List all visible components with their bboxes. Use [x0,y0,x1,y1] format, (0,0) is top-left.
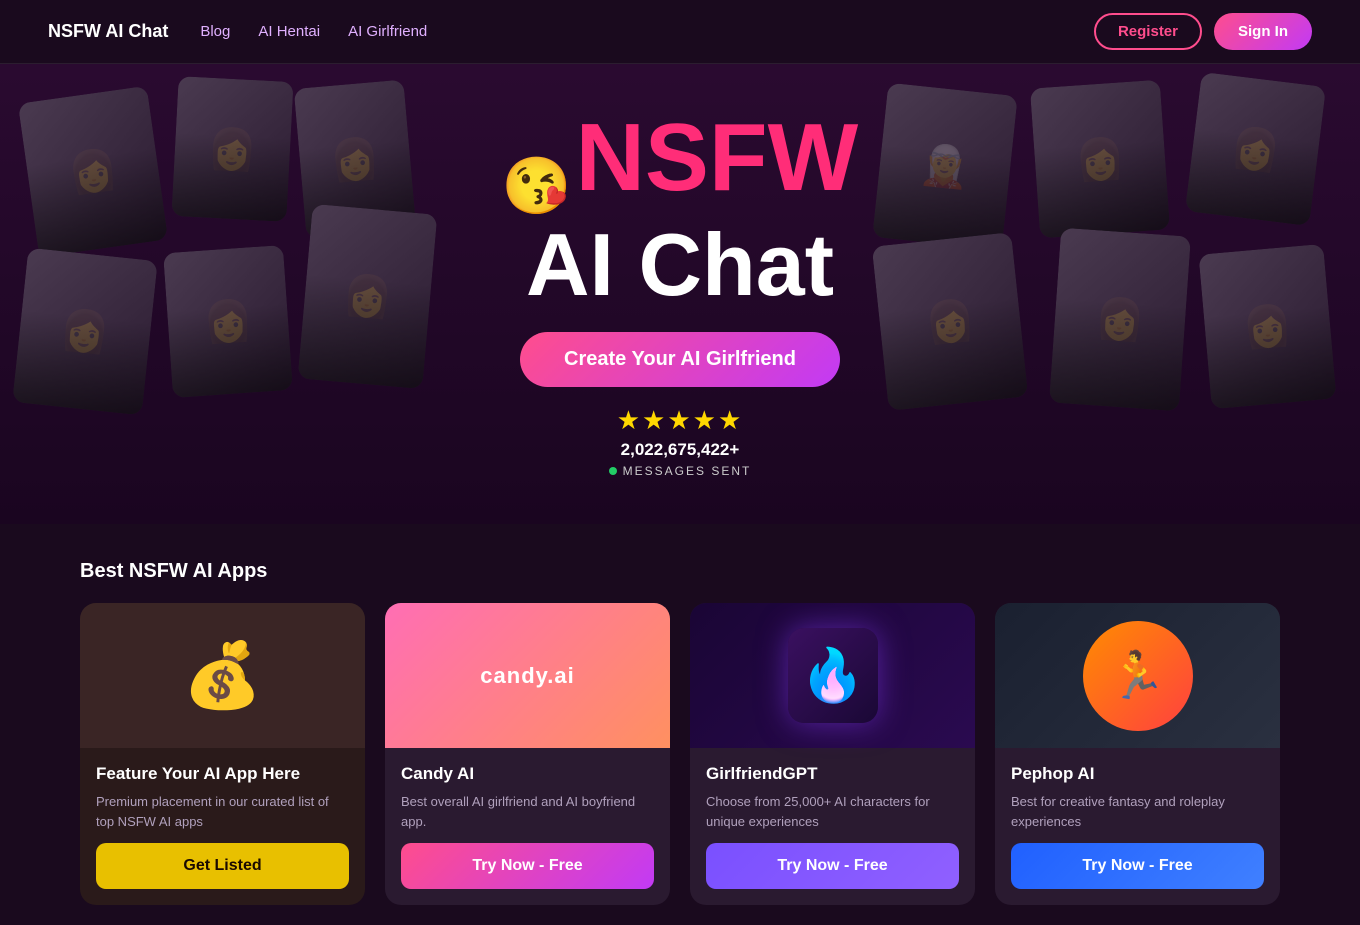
online-indicator [609,467,617,475]
navbar: NSFW AI Chat Blog AI Hentai AI Girlfrien… [0,0,1360,64]
hero-image-4: 👩 [12,248,157,416]
card-pephop-body: Pephop AI Best for creative fantasy and … [995,748,1280,905]
hero-image-10: 👩 [872,232,1028,411]
card-pephop-thumb: 🏃 [995,603,1280,748]
hero-stars: ★★★★★ [502,405,858,436]
hero-nsfw-text: NSFW [576,110,859,206]
card-gpt-name: GirlfriendGPT [706,764,959,784]
site-logo: NSFW AI Chat [48,21,168,42]
card-pephop-button[interactable]: Try Now - Free [1011,843,1264,889]
hero-message-count: 2,022,675,422+ [502,440,858,460]
hero-image-12: 👩 [1198,244,1336,409]
hero-content: 😘NSFW AI Chat Create Your AI Girlfriend … [502,110,858,477]
cards-grid: 💰 Feature Your AI App Here Premium place… [80,603,1280,905]
card-gpt-desc: Choose from 25,000+ AI characters for un… [706,792,959,831]
card-gpt-button[interactable]: Try Now - Free [706,843,959,889]
card-pephop: 🏃 Pephop AI Best for creative fantasy an… [995,603,1280,905]
hero-image-2: 👩 [171,76,293,222]
hero-aichat-text: AI Chat [502,219,858,311]
hero-image-8: 👩 [1030,80,1170,239]
card-girlfriendgpt: 🔥 GirlfriendGPT Choose from 25,000+ AI c… [690,603,975,905]
hero-image-9: 👩 [1185,72,1326,226]
card-candy-button[interactable]: Try Now - Free [401,843,654,889]
pephop-person-icon: 🏃 [1109,648,1166,703]
flame-icon: 🔥 [800,645,865,706]
gpt-icon-container: 🔥 [788,628,878,723]
card-feature: 💰 Feature Your AI App Here Premium place… [80,603,365,905]
hero-cta-button[interactable]: Create Your AI Girlfriend [520,332,840,387]
apps-section: Best NSFW AI Apps 💰 Feature Your AI App … [0,524,1360,925]
card-pephop-name: Pephop AI [1011,764,1264,784]
hero-emoji: 😘 [502,154,572,217]
card-pephop-desc: Best for creative fantasy and roleplay e… [1011,792,1264,831]
hero-messages-label: MESSAGES SENT [502,464,858,478]
nav-links: Blog AI Hentai AI Girlfriend [200,23,427,40]
register-button[interactable]: Register [1094,13,1202,50]
hero-title-line1: 😘NSFW [502,110,858,219]
hero-image-11: 👩 [1049,228,1191,412]
hero-image-7: 🧝 [872,83,1017,251]
card-feature-name: Feature Your AI App Here [96,764,349,784]
hero-image-1: 👩 [18,86,168,258]
nav-link-hentai[interactable]: AI Hentai [258,23,320,40]
nav-link-blog[interactable]: Blog [200,23,230,40]
card-gpt-body: GirlfriendGPT Choose from 25,000+ AI cha… [690,748,975,905]
card-candy-desc: Best overall AI girlfriend and AI boyfri… [401,792,654,831]
nav-right: Register Sign In [1094,13,1312,50]
money-bag-icon: 💰 [183,638,263,713]
card-candy-body: Candy AI Best overall AI girlfriend and … [385,748,670,905]
hero-image-6: 👩 [298,204,438,389]
card-candy: candy.ai Candy AI Best overall AI girlfr… [385,603,670,905]
card-candy-name: Candy AI [401,764,654,784]
nav-left: NSFW AI Chat Blog AI Hentai AI Girlfrien… [48,21,427,42]
card-feature-body: Feature Your AI App Here Premium placeme… [80,748,365,905]
nav-link-girlfriend[interactable]: AI Girlfriend [348,23,427,40]
hero-image-3: 👩 [294,79,417,238]
candy-logo-text: candy.ai [480,663,574,689]
card-gpt-thumb: 🔥 [690,603,975,748]
pephop-logo: 🏃 [1083,621,1193,731]
card-feature-thumb: 💰 [80,603,365,748]
card-candy-thumb: candy.ai [385,603,670,748]
section-title: Best NSFW AI Apps [80,560,1280,583]
card-feature-desc: Premium placement in our curated list of… [96,792,349,831]
signin-button[interactable]: Sign In [1214,13,1312,50]
hero-image-5: 👩 [163,245,293,398]
card-feature-button[interactable]: Get Listed [96,843,349,889]
hero-section: 👩 👩 👩 👩 👩 👩 🧝 👩 👩 👩 👩 👩 😘NSFW AI Chat Cr… [0,64,1360,524]
